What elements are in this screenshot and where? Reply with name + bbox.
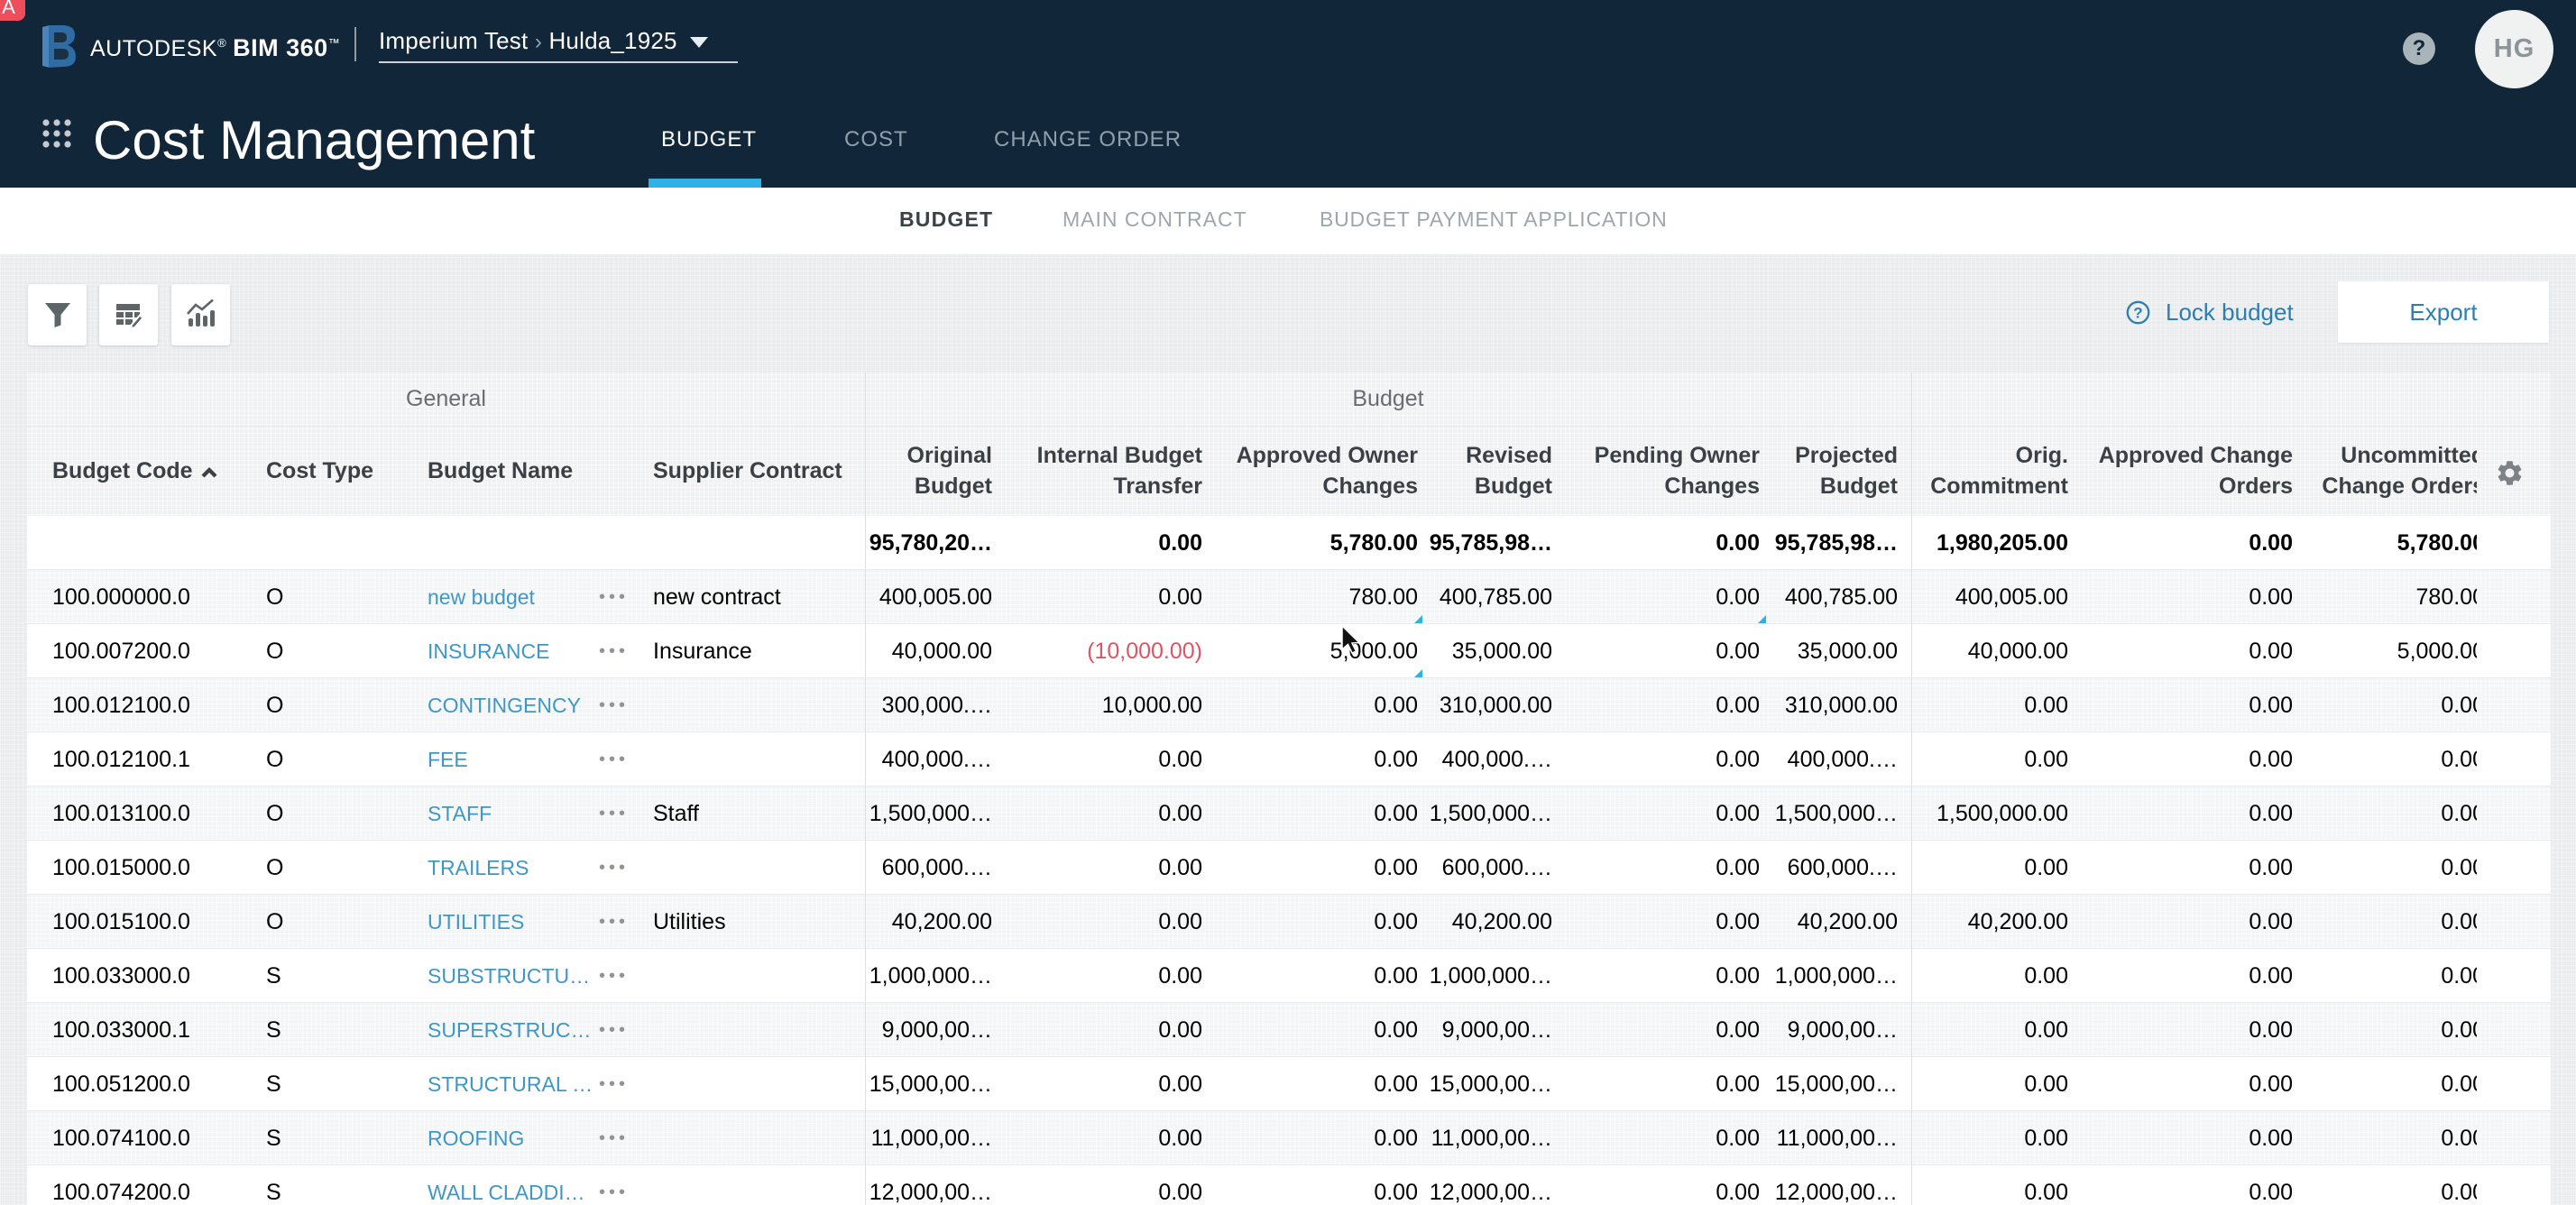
svg-text:?: ? [2133,305,2142,322]
